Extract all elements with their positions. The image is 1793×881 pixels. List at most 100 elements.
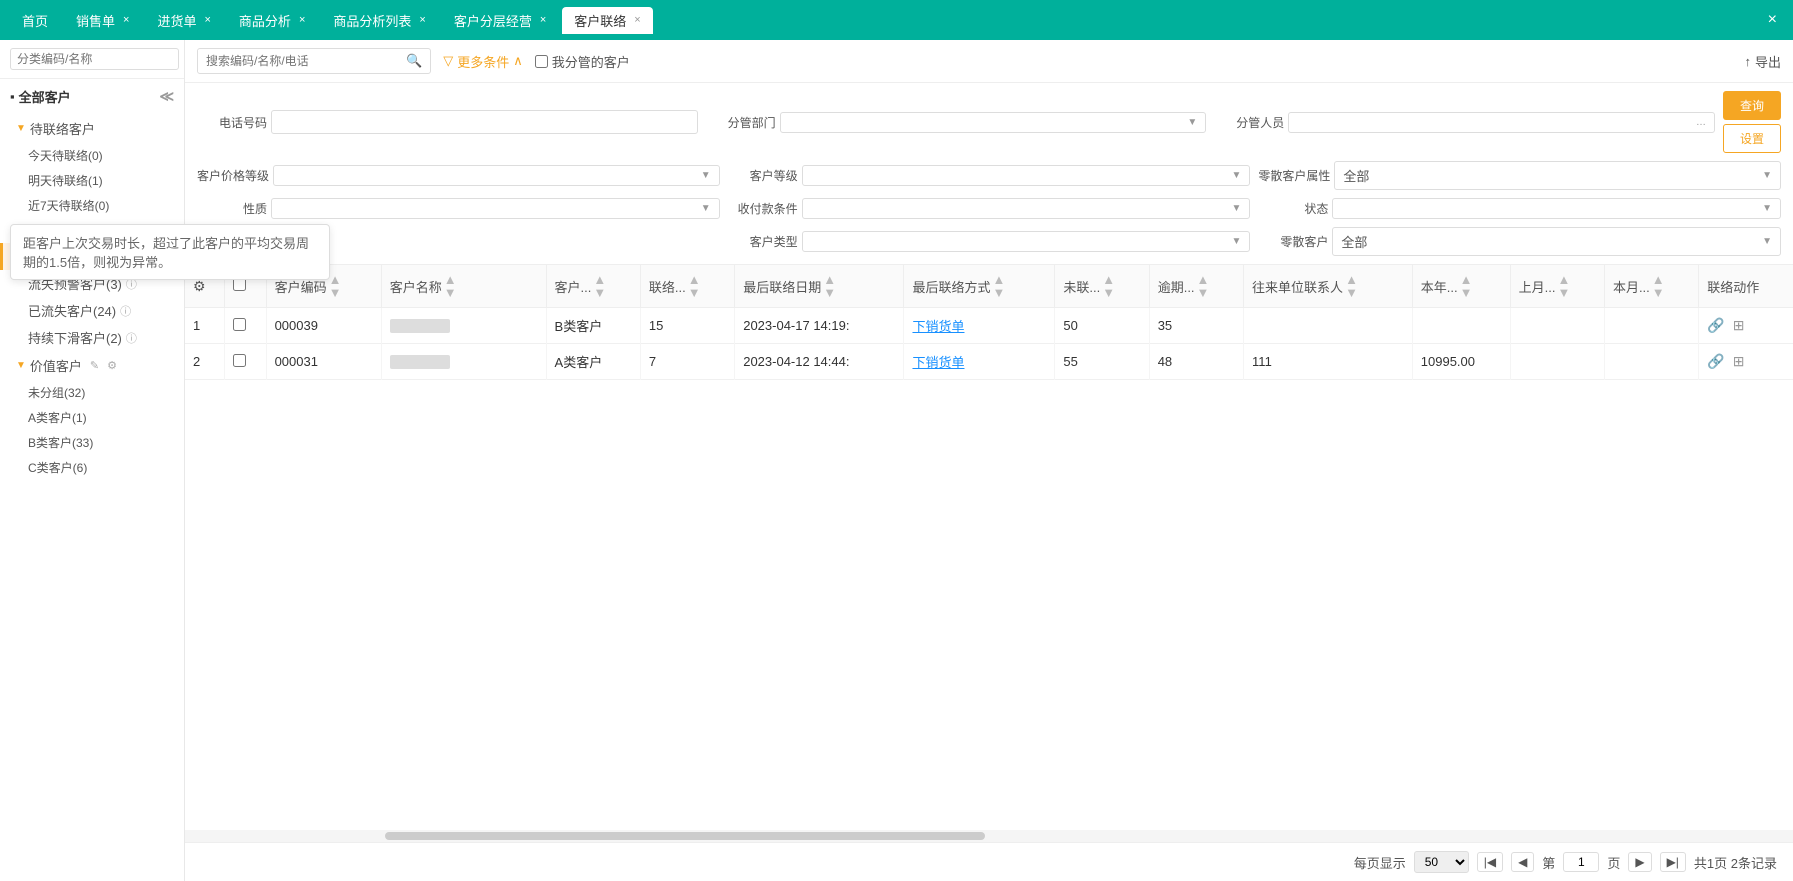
export-button[interactable]: ↑ 导出: [1744, 52, 1781, 71]
my-customers-checkbox[interactable]: [535, 55, 548, 68]
sidebar-search-bar: 🔍: [0, 40, 184, 79]
settings-button[interactable]: 设置: [1723, 124, 1781, 153]
row-code: 000031: [266, 344, 381, 380]
col-this-month[interactable]: 本月... ▲▼: [1604, 265, 1698, 308]
col-category[interactable]: 客户... ▲▼: [546, 265, 640, 308]
filter-retail-customer: 零散客户 全部 ▼: [1258, 227, 1781, 256]
close-analysis-list-tab[interactable]: ×: [419, 14, 425, 26]
col-name[interactable]: 客户名称 ▲▼: [381, 265, 546, 308]
grid-action-icon[interactable]: ⊞: [1733, 353, 1745, 370]
filter-row-1: 电话号码 分管部门 ▼ 分管人员 …: [197, 91, 1781, 153]
filter-row-3: 性质 ▼ 收付款条件 ▼ 状态: [197, 198, 1781, 219]
retail-customer-select[interactable]: 全部 ▼: [1332, 227, 1781, 256]
row-last-contact-method: 下销货单: [904, 344, 1055, 380]
col-action: 联络动作: [1699, 265, 1793, 308]
phone-input[interactable]: [271, 110, 698, 134]
col-last-month[interactable]: 上月... ▲▼: [1510, 265, 1604, 308]
scrollbar-thumb[interactable]: [385, 832, 985, 840]
close-purchase-tab[interactable]: ×: [204, 14, 210, 26]
manager-select[interactable]: …: [1288, 112, 1715, 133]
sidebar-item-7days[interactable]: 近7天待联络(0): [0, 193, 184, 218]
col-overdue[interactable]: 逾期... ▲▼: [1149, 265, 1243, 308]
sidebar-item-class-a[interactable]: A类客户(1): [0, 405, 184, 430]
col-contact[interactable]: 联络... ▲▼: [640, 265, 734, 308]
chevron-down-icon-nature: ▼: [701, 203, 711, 214]
sidebar-item-class-b[interactable]: B类客户(33): [0, 430, 184, 455]
close-customer-contact-tab[interactable]: ×: [634, 14, 640, 26]
tab-customer-seg[interactable]: 客户分层经营 ×: [442, 7, 558, 34]
row-contact: 7: [640, 344, 734, 380]
table-row: 1 000039 B类客户 15 2023-04-17 14:19: 下销货单 …: [185, 308, 1793, 344]
status-select[interactable]: ▼: [1332, 198, 1781, 219]
sidebar-item-unclassified[interactable]: 未分组(32): [0, 380, 184, 405]
total-records-label: 共1页 2条记录: [1694, 853, 1777, 872]
price-level-label: 客户价格等级: [197, 167, 269, 184]
col-last-contact-date[interactable]: 最后联络日期 ▲▼: [735, 265, 904, 308]
customer-search-button[interactable]: 🔍: [398, 49, 430, 73]
customer-level-select[interactable]: ▼: [802, 165, 1251, 186]
group-value-customers[interactable]: ▼ 价值客户 ✎ ⚙: [0, 351, 184, 380]
payment-select[interactable]: ▼: [802, 198, 1251, 219]
col-this-year[interactable]: 本年... ▲▼: [1412, 265, 1510, 308]
row-checkbox[interactable]: [233, 354, 246, 367]
customer-type-select[interactable]: ▼: [802, 231, 1251, 252]
row-name: [381, 308, 546, 344]
sidebar-item-class-c[interactable]: C类客户(6): [0, 455, 184, 480]
edit-icon[interactable]: ✎: [90, 359, 99, 372]
tab-customer-contact[interactable]: 客户联络 ×: [562, 7, 652, 34]
link-action-icon[interactable]: 🔗: [1707, 317, 1724, 334]
row-last-month: [1510, 308, 1604, 344]
page-size-select[interactable]: 50 20 100: [1414, 851, 1469, 873]
chevron-down-icon: ∧: [513, 53, 523, 69]
more-conditions-btn[interactable]: ▽ 更多条件 ∧: [443, 52, 523, 71]
tab-home[interactable]: 首页: [10, 7, 60, 34]
sidebar-item-tomorrow[interactable]: 明天待联络(1): [0, 168, 184, 193]
row-category: A类客户: [546, 344, 640, 380]
col-last-contact-method[interactable]: 最后联络方式 ▲▼: [904, 265, 1055, 308]
tab-analysis[interactable]: 商品分析 ×: [227, 7, 317, 34]
tab-analysis-list[interactable]: 商品分析列表 ×: [321, 7, 437, 34]
sidebar-item-today[interactable]: 今天待联络(0): [0, 143, 184, 168]
next-page-btn[interactable]: ▶: [1628, 852, 1651, 872]
customer-search-input[interactable]: [198, 50, 398, 72]
dept-select[interactable]: ▼: [780, 112, 1207, 133]
price-level-select[interactable]: ▼: [273, 165, 720, 186]
sidebar-collapse-btn[interactable]: ≪: [159, 88, 174, 105]
link-action-icon[interactable]: 🔗: [1707, 353, 1724, 370]
first-page-btn[interactable]: |◀: [1477, 852, 1503, 872]
filter-customer-type: 客户类型 ▼: [728, 231, 1251, 252]
grid-action-icon[interactable]: ⊞: [1733, 317, 1745, 334]
horizontal-scrollbar[interactable]: [185, 830, 1793, 842]
row-this-year: [1412, 308, 1510, 344]
sidebar-item-churned[interactable]: 已流失客户(24) ⓘ: [0, 297, 184, 324]
chevron-down-icon-dept: ▼: [1187, 117, 1197, 128]
nature-select[interactable]: ▼: [271, 198, 720, 219]
arrow-icon: ▼: [16, 123, 26, 134]
close-all-tabs[interactable]: ×: [1762, 9, 1783, 31]
tab-sales[interactable]: 销售单 ×: [64, 7, 141, 34]
row-actions: 🔗 ⊞: [1699, 344, 1793, 380]
retail-attr-select[interactable]: 全部 ▼: [1334, 161, 1781, 190]
query-button[interactable]: 查询: [1723, 91, 1781, 120]
filter-price-level: 客户价格等级 ▼: [197, 165, 720, 186]
page-number-input[interactable]: 1: [1563, 852, 1599, 872]
close-analysis-tab[interactable]: ×: [299, 14, 305, 26]
close-sales-tab[interactable]: ×: [123, 14, 129, 26]
prev-page-btn[interactable]: ◀: [1511, 852, 1534, 872]
close-customer-seg-tab[interactable]: ×: [540, 14, 546, 26]
filter-row-2: 客户价格等级 ▼ 客户等级 ▼ 零散客户属性 全部: [197, 161, 1781, 190]
gear-icon-small[interactable]: ⚙: [107, 359, 117, 372]
row-checkbox[interactable]: [233, 318, 246, 331]
contact-method-link[interactable]: 下销货单: [912, 319, 964, 334]
col-unit-contact[interactable]: 往来单位联系人 ▲▼: [1244, 265, 1413, 308]
sidebar-item-declining[interactable]: 持续下滑客户(2) ⓘ: [0, 324, 184, 351]
col-unpaid[interactable]: 未联... ▲▼: [1055, 265, 1149, 308]
sidebar-search-input[interactable]: [10, 48, 179, 70]
row-last-contact-method: 下销货单: [904, 308, 1055, 344]
contact-method-link[interactable]: 下销货单: [912, 355, 964, 370]
last-page-btn[interactable]: ▶|: [1660, 852, 1686, 872]
group-pending-contact[interactable]: ▼ 待联络客户: [0, 114, 184, 143]
chevron-down-icon-manager: …: [1696, 117, 1706, 128]
tab-purchase[interactable]: 进货单 ×: [145, 7, 222, 34]
content-area: 🔍 ▽ 更多条件 ∧ 我分管的客户 ↑ 导出 电话号码: [185, 40, 1793, 881]
